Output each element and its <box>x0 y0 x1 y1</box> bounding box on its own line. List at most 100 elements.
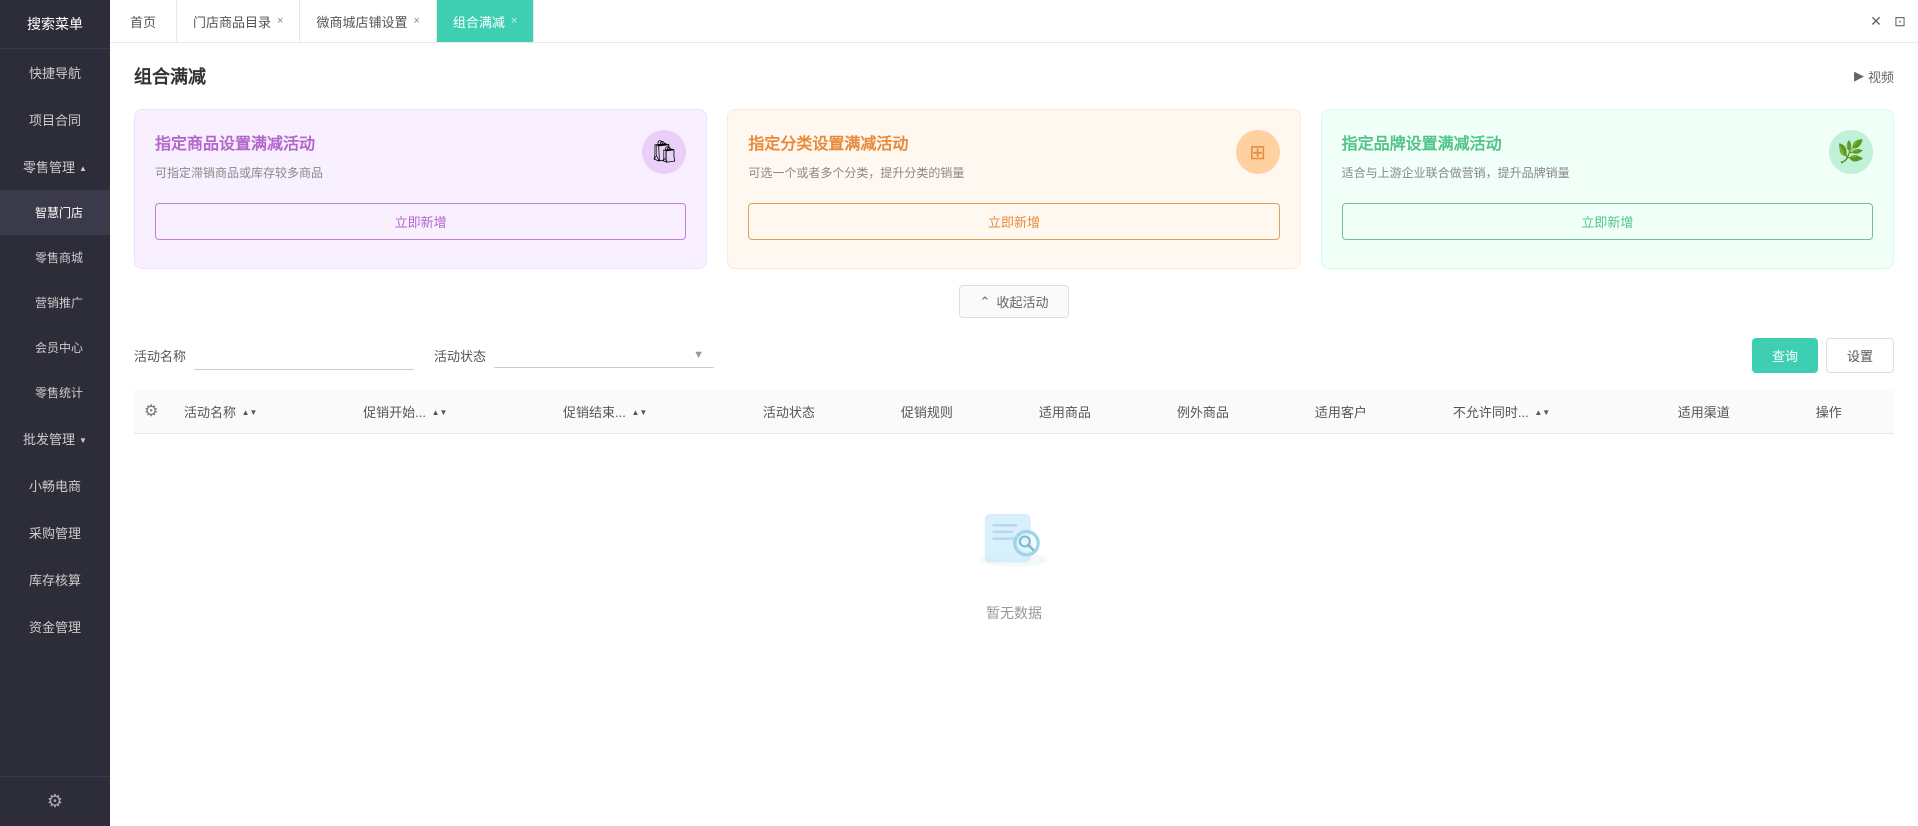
activity-status-select[interactable]: ▼ <box>494 343 714 368</box>
sidebar-item-wholesale-mgmt[interactable]: 批发管理 <box>0 415 110 462</box>
page-content: 组合满减 ▶ 视频 🛍 指定商品设置满减活动 可指定滞销商品或库存较多商品 立即… <box>110 43 1918 826</box>
sidebar-item-capital-mgmt[interactable]: 资金管理 <box>0 603 110 650</box>
category-card-icon: ⊞ <box>1236 130 1280 174</box>
query-btn[interactable]: 查询 <box>1752 338 1818 373</box>
th-promo-rule: 促销规则 <box>891 389 1029 434</box>
th-activity-status: 活动状态 <box>753 389 891 434</box>
brand-card-desc: 适合与上游企业联合做营销，提升品牌销量 <box>1342 164 1873 183</box>
page-header: 组合满减 ▶ 视频 <box>134 63 1894 89</box>
page-title: 组合满减 <box>134 63 206 89</box>
filter-activity-name: 活动名称 <box>134 342 414 370</box>
brand-card-add-btn[interactable]: 立即新增 <box>1342 203 1873 240</box>
th-activity-status-label: 活动状态 <box>763 405 815 420</box>
th-applicable-goods-label: 适用商品 <box>1039 405 1091 420</box>
brand-card-title: 指定品牌设置满减活动 <box>1342 130 1873 154</box>
sidebar-item-retail-mgmt[interactable]: 零售管理 <box>0 143 110 190</box>
tab-combo-discount-label: 组合满减 <box>453 12 505 31</box>
th-promo-end-label: 促销结束... <box>563 405 626 420</box>
tab-combo-discount[interactable]: 组合满减 × <box>437 0 534 42</box>
data-table: ⚙ 活动名称 ▲▼ 促销开始... ▲▼ 促销结束... ▲▼ <box>134 389 1894 434</box>
filter-actions: 查询 设置 <box>1752 338 1894 373</box>
category-card-add-btn[interactable]: 立即新增 <box>748 203 1279 240</box>
activity-name-input[interactable] <box>194 342 414 370</box>
th-applicable-goods: 适用商品 <box>1029 389 1167 434</box>
sidebar: 搜索菜单 快捷导航 项目合同 零售管理 智慧门店 零售商城 营销推广 会员中心 … <box>0 0 110 826</box>
sidebar-item-retail-mall[interactable]: 零售商城 <box>0 235 110 280</box>
tab-combo-discount-close[interactable]: × <box>511 15 517 27</box>
tab-home[interactable]: 首页 <box>110 0 177 42</box>
table-container: ⚙ 活动名称 ▲▼ 促销开始... ▲▼ 促销结束... ▲▼ <box>134 389 1894 683</box>
empty-text: 暂无数据 <box>154 603 1874 623</box>
goods-card-icon: 🛍 <box>642 130 686 174</box>
collapse-up-icon: ⌃ <box>980 294 991 310</box>
sort-activity-name-icon: ▲▼ <box>242 409 258 417</box>
th-promo-end[interactable]: 促销结束... ▲▼ <box>553 389 753 434</box>
sort-promo-end-icon: ▲▼ <box>632 409 648 417</box>
brand-card-icon: 🌿 <box>1829 130 1873 174</box>
settings-btn[interactable]: 设置 <box>1826 338 1894 373</box>
th-promo-start-label: 促销开始... <box>363 405 426 420</box>
tab-wechat-store[interactable]: 微商城店铺设置 × <box>300 0 436 42</box>
video-label: 视频 <box>1868 67 1894 86</box>
th-applicable-customer: 适用客户 <box>1305 389 1443 434</box>
sort-promo-start-icon: ▲▼ <box>432 409 448 417</box>
sidebar-search[interactable]: 搜索菜单 <box>0 0 110 49</box>
goods-card-add-btn[interactable]: 立即新增 <box>155 203 686 240</box>
th-applicable-channel: 适用渠道 <box>1668 389 1806 434</box>
th-exception-goods-label: 例外商品 <box>1177 405 1229 420</box>
tab-wechat-store-label: 微商城店铺设置 <box>316 12 407 31</box>
main-area: 首页 门店商品目录 × 微商城店铺设置 × 组合满减 × ✕ ⊡ 组合满减 ▶ … <box>110 0 1918 826</box>
play-icon: ▶ <box>1854 68 1864 84</box>
chevron-down-icon: ▼ <box>693 349 704 361</box>
sidebar-item-marketing[interactable]: 营销推广 <box>0 280 110 325</box>
sidebar-item-purchase-mgmt[interactable]: 采购管理 <box>0 509 110 556</box>
filter-activity-status: 活动状态 ▼ <box>434 343 714 368</box>
empty-illustration <box>964 494 1064 584</box>
collapse-label: 收起活动 <box>996 292 1048 311</box>
th-not-allow-concurrent[interactable]: 不允许同时... ▲▼ <box>1443 389 1668 434</box>
category-card-title: 指定分类设置满减活动 <box>748 130 1279 154</box>
th-operation-label: 操作 <box>1816 405 1842 420</box>
th-applicable-customer-label: 适用客户 <box>1315 405 1367 420</box>
tab-wechat-store-close[interactable]: × <box>413 15 419 27</box>
th-activity-name-label: 活动名称 <box>184 405 236 420</box>
sidebar-item-xiaochang[interactable]: 小畅电商 <box>0 462 110 509</box>
th-settings[interactable]: ⚙ <box>134 389 174 434</box>
goods-activity-card: 🛍 指定商品设置满减活动 可指定滞销商品或库存较多商品 立即新增 <box>134 109 707 269</box>
category-card-desc: 可选一个或者多个分类，提升分类的销量 <box>748 164 1279 183</box>
activity-name-label: 活动名称 <box>134 346 186 365</box>
table-settings-icon[interactable]: ⚙ <box>144 403 158 420</box>
sidebar-item-retail-stats[interactable]: 零售统计 <box>0 370 110 415</box>
sidebar-item-inventory[interactable]: 库存核算 <box>0 556 110 603</box>
tab-store-catalog[interactable]: 门店商品目录 × <box>177 0 300 42</box>
tabs-bar: 首页 门店商品目录 × 微商城店铺设置 × 组合满减 × ✕ ⊡ <box>110 0 1918 43</box>
table-head: ⚙ 活动名称 ▲▼ 促销开始... ▲▼ 促销结束... ▲▼ <box>134 389 1894 434</box>
activity-status-label: 活动状态 <box>434 346 486 365</box>
tab-store-catalog-close[interactable]: × <box>277 15 283 27</box>
th-operation: 操作 <box>1806 389 1894 434</box>
sidebar-item-member-center[interactable]: 会员中心 <box>0 325 110 370</box>
goods-card-desc: 可指定滞销商品或库存较多商品 <box>155 164 686 183</box>
brand-activity-card: 🌿 指定品牌设置满减活动 适合与上游企业联合做营销，提升品牌销量 立即新增 <box>1321 109 1894 269</box>
sidebar-item-project-contract[interactable]: 项目合同 <box>0 96 110 143</box>
filter-bar: 活动名称 活动状态 ▼ 查询 设置 <box>134 338 1894 373</box>
activity-cards: 🛍 指定商品设置满减活动 可指定滞销商品或库存较多商品 立即新增 ⊞ 指定分类设… <box>134 109 1894 269</box>
close-window-btn[interactable]: ✕ <box>1868 13 1884 29</box>
settings-icon[interactable]: ⚙ <box>47 791 63 811</box>
th-exception-goods: 例外商品 <box>1167 389 1305 434</box>
category-activity-card: ⊞ 指定分类设置满减活动 可选一个或者多个分类，提升分类的销量 立即新增 <box>727 109 1300 269</box>
sort-concurrent-icon: ▲▼ <box>1534 409 1550 417</box>
th-promo-start[interactable]: 促销开始... ▲▼ <box>353 389 553 434</box>
video-link[interactable]: ▶ 视频 <box>1854 67 1894 86</box>
goods-card-title: 指定商品设置满减活动 <box>155 130 686 154</box>
sidebar-bottom: ⚙ <box>0 776 110 826</box>
minimize-window-btn[interactable]: ⊡ <box>1892 13 1908 29</box>
window-controls: ✕ ⊡ <box>1868 13 1918 29</box>
empty-state: 暂无数据 <box>134 434 1894 683</box>
collapse-activities-btn[interactable]: ⌃ 收起活动 <box>959 285 1070 318</box>
collapse-bar: ⌃ 收起活动 <box>134 285 1894 318</box>
th-activity-name[interactable]: 活动名称 ▲▼ <box>174 389 353 434</box>
th-not-allow-concurrent-label: 不允许同时... <box>1453 405 1529 420</box>
sidebar-item-smart-store[interactable]: 智慧门店 <box>0 190 110 235</box>
sidebar-item-quick-nav[interactable]: 快捷导航 <box>0 49 110 96</box>
